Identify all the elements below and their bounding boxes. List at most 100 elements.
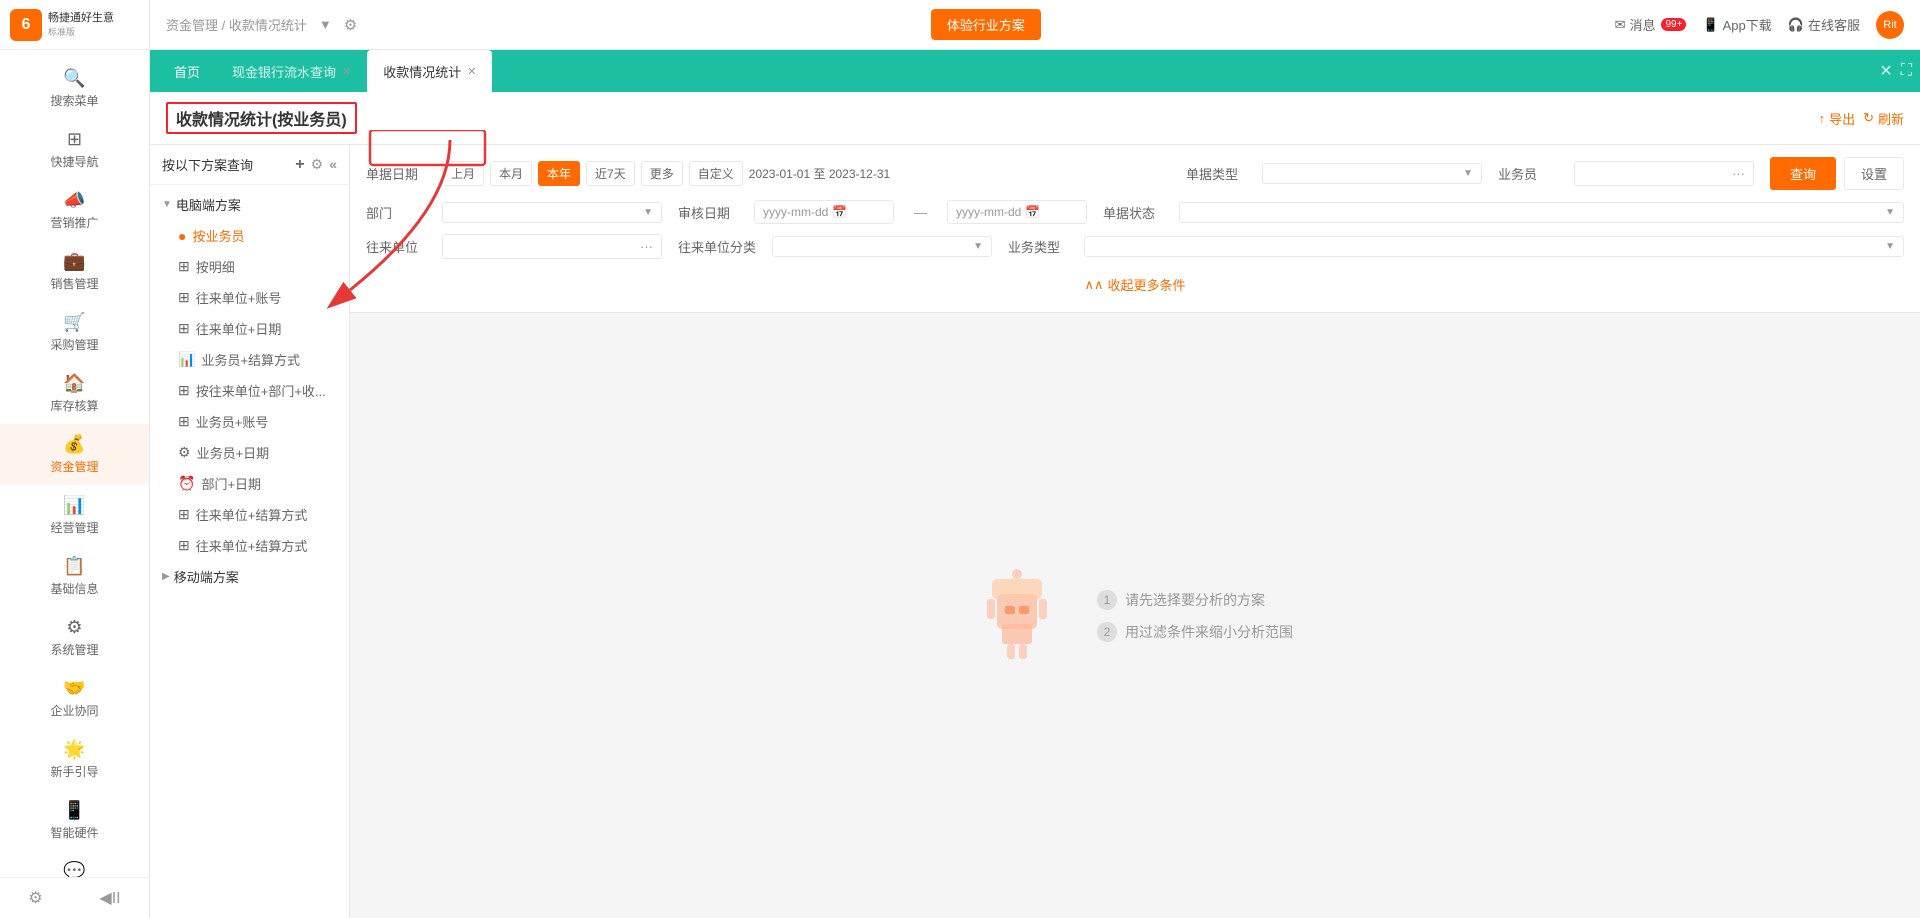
tab-close-all-icon[interactable]: ✕ — [1879, 61, 1892, 81]
sidebar-item-label: 基础信息 — [50, 580, 98, 597]
sidebar-item-marketing[interactable]: 📣 营销推广 — [0, 180, 149, 241]
sidebar-item-quick-nav[interactable]: ⊞ 快捷导航 — [0, 119, 149, 180]
dropdown-icon[interactable]: ▼ — [319, 17, 332, 32]
sidebar-item-search[interactable]: 🔍 搜索菜单 — [0, 58, 149, 119]
salesperson-more-icon[interactable]: ··· — [1732, 166, 1745, 181]
query-button[interactable]: 查询 — [1770, 157, 1836, 190]
tab-expand-icon[interactable]: ⛶ — [1901, 62, 1912, 80]
guide-icon: 🌟 — [63, 739, 85, 760]
tab-receipt-stats-label: 收款情况统计 — [383, 62, 461, 81]
doc-type-select[interactable]: ▼ — [1262, 163, 1482, 184]
header-right: ✉ 消息 99+ 📱 App下载 🎧 在线客服 Rit — [1615, 11, 1904, 39]
scheme-tree: ▼ 电脑端方案 ● 按业务员 ⊞ 按明细 ⊞ 往来单位+账号 — [150, 185, 349, 596]
sidebar-item-label: 资金管理 — [50, 458, 98, 475]
sidebar-item-purchase[interactable]: 🛒 采购管理 — [0, 302, 149, 363]
tree-item-label: 业务员+结算方式 — [201, 350, 300, 369]
add-scheme-icon[interactable]: + — [295, 156, 304, 174]
robot-illustration — [977, 564, 1057, 667]
panel-header-label: 按以下方案查询 — [162, 155, 253, 174]
doc-status-select[interactable]: ▼ — [1179, 202, 1904, 223]
sidebar-item-capital[interactable]: 💰 资金管理 — [0, 424, 149, 485]
tree-item-partner-settlement1[interactable]: ⊞ 往来单位+结算方式 — [150, 499, 349, 530]
sidebar-item-label: 系统管理 — [50, 641, 98, 658]
sidebar-item-enterprise[interactable]: 🤝 企业协同 — [0, 668, 149, 729]
right-panel: 单据日期 上月 本月 本年 近7天 更多 自定义 2023-01-01 至 20… — [350, 145, 1920, 918]
salesperson-select[interactable]: ··· — [1574, 161, 1754, 186]
tree-item-salesperson-date[interactable]: ⚙ 业务员+日期 — [150, 437, 349, 468]
panel-collapse-icon[interactable]: « — [329, 156, 337, 174]
filter-row-1: 单据日期 上月 本月 本年 近7天 更多 自定义 2023-01-01 至 20… — [366, 157, 1904, 190]
last-month-btn[interactable]: 上月 — [442, 161, 484, 186]
this-year-btn[interactable]: 本年 — [538, 161, 580, 186]
user-avatar[interactable]: Rit — [1876, 11, 1904, 39]
this-month-btn[interactable]: 本月 — [490, 161, 532, 186]
hint-item-2: 2 用过滤条件来缩小分析范围 — [1097, 622, 1293, 642]
calendar-end-icon: 📅 — [1025, 205, 1040, 219]
review-date-end-input[interactable]: yyyy-mm-dd 📅 — [947, 200, 1087, 224]
mobile-group: ▶ 移动端方案 — [150, 561, 349, 592]
business-type-arrow-icon: ▼ — [1885, 241, 1895, 252]
export-button[interactable]: ↑ 导出 — [1819, 109, 1856, 128]
settings-icon[interactable]: ⚙ — [344, 16, 357, 34]
collapse-filters-button[interactable]: ∧∧ 收起更多条件 — [366, 269, 1904, 300]
counterparty-more-icon[interactable]: ··· — [640, 239, 653, 254]
sidebar-item-label: 库存核算 — [50, 397, 98, 414]
sidebar-settings-icon[interactable]: ⚙ — [28, 888, 42, 908]
dept-select[interactable]: ▼ — [442, 202, 662, 223]
sidebar-item-wechat[interactable]: 💬 企业微信 — [0, 851, 149, 877]
sidebar-item-system[interactable]: ⚙ 系统管理 — [0, 607, 149, 668]
sidebar-item-operations[interactable]: 📊 经营管理 — [0, 485, 149, 546]
last-7days-btn[interactable]: 近7天 — [586, 161, 635, 186]
tree-item-partner-date[interactable]: ⊞ 往来单位+日期 — [150, 313, 349, 344]
review-date-start-input[interactable]: yyyy-mm-dd 📅 — [754, 200, 894, 224]
sidebar-item-basic[interactable]: 📋 基础信息 — [0, 546, 149, 607]
custom-btn[interactable]: 自定义 — [689, 161, 743, 186]
tree-item-dept-date[interactable]: ⏰ 部门+日期 — [150, 468, 349, 499]
counterparty-category-select[interactable]: ▼ — [772, 236, 992, 257]
tree-item-partner-dept-receipt[interactable]: ⊞ 按往来单位+部门+收... — [150, 375, 349, 406]
sidebar-item-guide[interactable]: 🌟 新手引导 — [0, 729, 149, 790]
tree-item-by-detail[interactable]: ⊞ 按明细 — [150, 251, 349, 282]
tree-item-by-salesperson[interactable]: ● 按业务员 — [150, 220, 349, 251]
partner-settlement2-icon: ⊞ — [178, 537, 190, 554]
data-area: 1 请先选择要分析的方案 2 用过滤条件来缩小分析范围 — [350, 313, 1920, 918]
business-type-select[interactable]: ▼ — [1084, 236, 1904, 257]
calendar-icon: 📅 — [832, 205, 847, 219]
desktop-group-header[interactable]: ▼ 电脑端方案 — [150, 189, 349, 220]
sidebar-item-hardware[interactable]: 📱 智能硬件 — [0, 790, 149, 851]
sidebar-item-inventory[interactable]: 🏠 库存核算 — [0, 363, 149, 424]
date-filter: 上月 本月 本年 近7天 更多 自定义 2023-01-01 至 2023-12… — [442, 161, 890, 186]
tab-receipt-stats-close[interactable]: ✕ — [467, 65, 476, 78]
industry-solution-button[interactable]: 体验行业方案 — [931, 9, 1041, 40]
sidebar-collapse-icon[interactable]: ◀II — [99, 888, 120, 908]
hint-text-1: 请先选择要分析的方案 — [1125, 590, 1265, 610]
sidebar-item-label: 销售管理 — [50, 275, 98, 292]
message-button[interactable]: ✉ 消息 99+ — [1615, 15, 1687, 34]
counterparty-category-arrow-icon: ▼ — [973, 241, 983, 252]
tab-receipt-stats[interactable]: 收款情况统计 ✕ — [367, 50, 492, 92]
refresh-button[interactable]: ↻ 刷新 — [1863, 109, 1904, 128]
app-download-label: App下载 — [1723, 15, 1772, 34]
tree-item-partner-settlement2[interactable]: ⊞ 往来单位+结算方式 — [150, 530, 349, 561]
refresh-icon: ↻ — [1863, 110, 1874, 126]
counterparty-select[interactable]: ··· — [442, 234, 662, 259]
settings-button[interactable]: 设置 — [1844, 157, 1904, 190]
hint-num-1: 1 — [1097, 590, 1117, 610]
more-btn[interactable]: 更多 — [641, 161, 683, 186]
mobile-group-header[interactable]: ▶ 移动端方案 — [150, 561, 349, 592]
tab-bank-flow-close[interactable]: ✕ — [342, 65, 351, 78]
sidebar-item-sales[interactable]: 💼 销售管理 — [0, 241, 149, 302]
scheme-settings-icon[interactable]: ⚙ — [311, 156, 324, 174]
salesperson-account-icon: ⊞ — [178, 413, 190, 430]
service-button[interactable]: 🎧 在线客服 — [1788, 15, 1860, 34]
tree-item-partner-account[interactable]: ⊞ 往来单位+账号 — [150, 282, 349, 313]
tree-item-salesperson-account[interactable]: ⊞ 业务员+账号 — [150, 406, 349, 437]
hint-text-container: 1 请先选择要分析的方案 2 用过滤条件来缩小分析范围 — [1097, 590, 1293, 642]
filter-action-buttons: 查询 设置 — [1770, 157, 1904, 190]
grid-icon: ⊞ — [67, 129, 82, 150]
tab-bank-flow[interactable]: 现金银行流水查询 ✕ — [216, 50, 367, 92]
salesperson-date-icon: ⚙ — [178, 444, 191, 461]
app-download-button[interactable]: 📱 App下载 — [1702, 15, 1771, 34]
tree-item-salesperson-settlement[interactable]: 📊 业务员+结算方式 — [150, 344, 349, 375]
tab-home[interactable]: 首页 — [158, 50, 216, 92]
